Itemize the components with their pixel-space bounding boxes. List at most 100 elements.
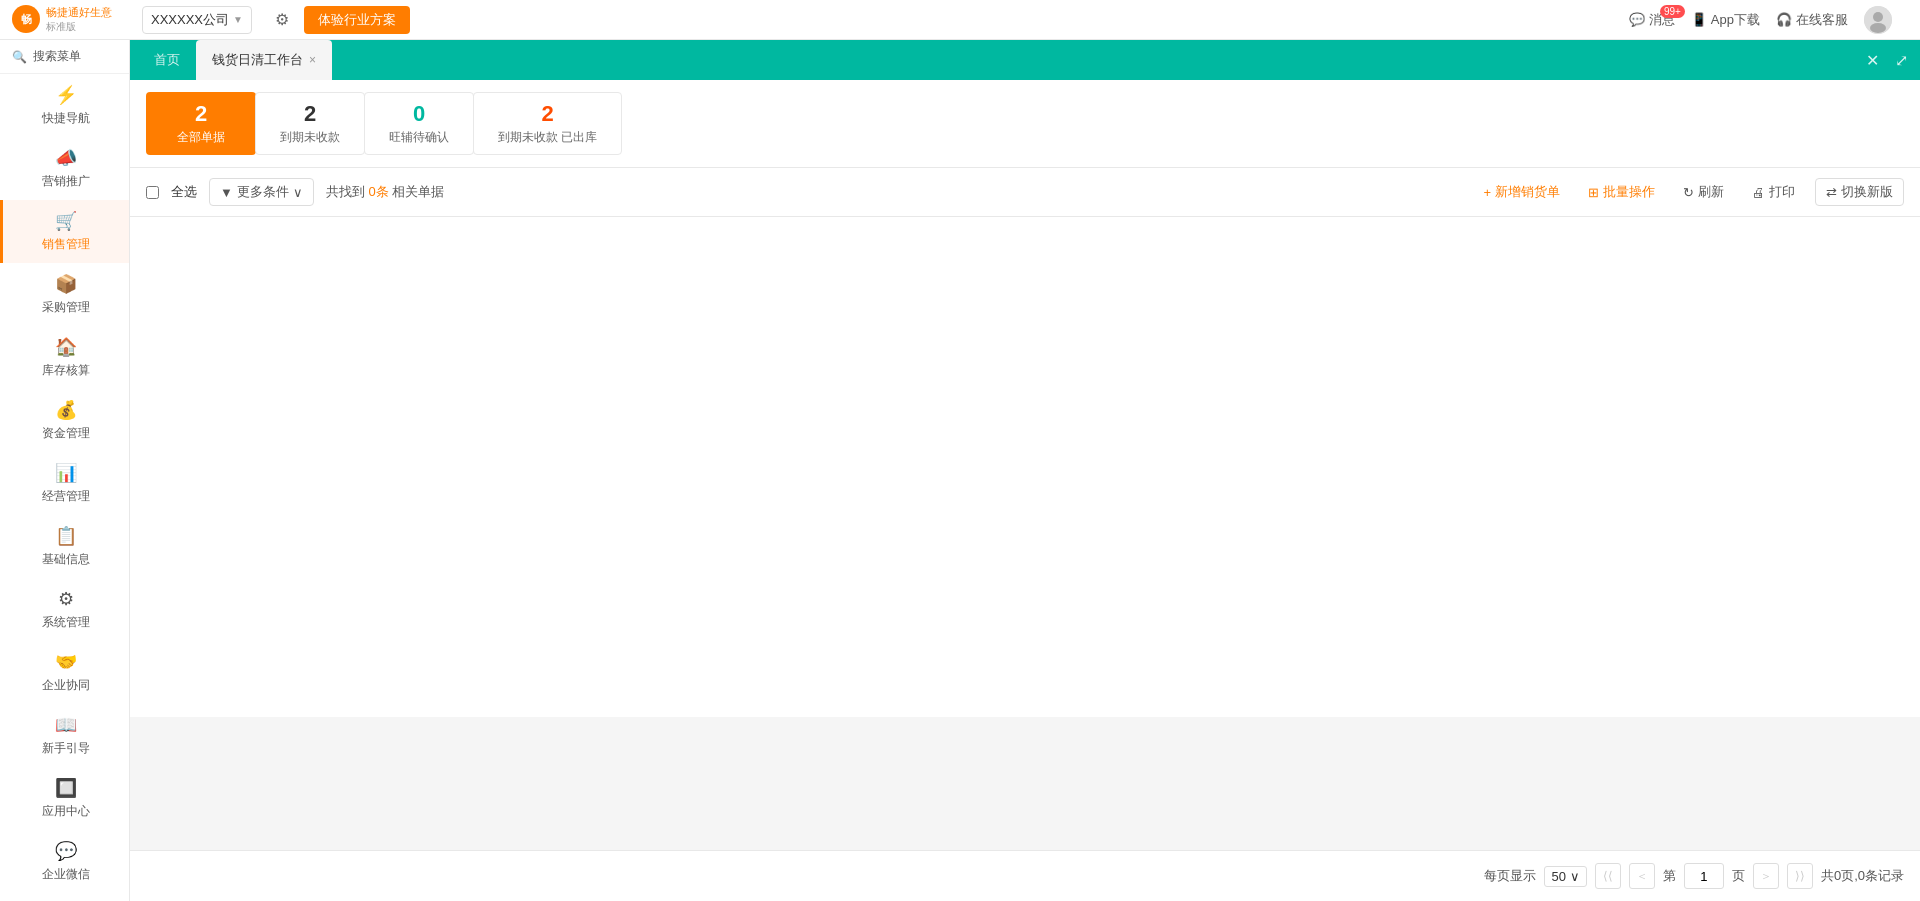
stat-tab-all[interactable]: 2 全部单据 xyxy=(146,92,256,155)
message-action[interactable]: 💬 消息 99+ xyxy=(1629,11,1675,29)
sidebar-item-label: 资金管理 xyxy=(42,425,90,442)
page-suffix: 页 xyxy=(1732,867,1745,885)
tab-close-window-icon[interactable]: ✕ xyxy=(1862,47,1883,74)
stat-shipped-number: 2 xyxy=(542,101,554,127)
found-text: 共找到 0条 相关单据 xyxy=(326,183,444,201)
sidebar-search[interactable]: 🔍 搜索菜单 xyxy=(0,40,129,74)
app-download-action[interactable]: 📱 App下载 xyxy=(1691,11,1760,29)
finance-icon: 💰 xyxy=(55,399,77,421)
sidebar-item-system[interactable]: ⚙ 系统管理 xyxy=(0,578,129,641)
tab-daily-work[interactable]: 钱货日清工作台 × xyxy=(196,40,332,80)
sidebar-item-operations[interactable]: 📊 经营管理 xyxy=(0,452,129,515)
logo-sub: 标准版 xyxy=(46,20,112,34)
sidebar-item-label: 快捷导航 xyxy=(42,110,90,127)
sidebar-item-wecom[interactable]: 💬 企业微信 xyxy=(0,830,129,893)
logo-icon: 畅 xyxy=(12,5,40,33)
tab-expand-icon[interactable]: ⤢ xyxy=(1891,47,1912,74)
svg-text:畅: 畅 xyxy=(21,13,32,25)
sidebar-item-finance[interactable]: 💰 资金管理 xyxy=(0,389,129,452)
stat-all-label: 全部单据 xyxy=(177,129,225,146)
sidebar-item-purchase[interactable]: 📦 采购管理 xyxy=(0,263,129,326)
sidebar-item-sales[interactable]: 🛒 销售管理 xyxy=(0,200,129,263)
search-icon: 🔍 xyxy=(12,50,27,64)
header-right: 💬 消息 99+ 📱 App下载 🎧 在线客服 xyxy=(1629,6,1908,34)
sidebar-item-label: 销售管理 xyxy=(42,236,90,253)
page-total: 共0页,0条记录 xyxy=(1821,867,1904,885)
main-content: 2 全部单据 2 到期未收款 0 旺辅待确认 2 到期未收款 已出库 全选 ▼ … xyxy=(130,80,1920,901)
chevron-down-icon: ∨ xyxy=(1570,869,1580,884)
sidebar-item-label: 经营管理 xyxy=(42,488,90,505)
select-all-checkbox[interactable] xyxy=(146,186,159,199)
pagination: 每页显示 50 ∨ ⟨⟨ ＜ 第 页 ＞ ⟩⟩ 共0页,0条记录 xyxy=(130,850,1920,901)
sales-icon: 🛒 xyxy=(55,210,77,232)
sidebar-item-basics[interactable]: 📋 基础信息 xyxy=(0,515,129,578)
experience-button[interactable]: 体验行业方案 xyxy=(304,6,410,34)
settings-icon[interactable]: ⚙ xyxy=(268,6,296,34)
switch-new-version-button[interactable]: ⇄ 切换新版 xyxy=(1815,178,1904,206)
purchase-icon: 📦 xyxy=(55,273,77,295)
page-label: 第 xyxy=(1663,867,1676,885)
guide-icon: 📖 xyxy=(55,714,77,736)
switch-icon: ⇄ xyxy=(1826,185,1837,200)
online-service-action[interactable]: 🎧 在线客服 xyxy=(1776,11,1848,29)
print-icon: 🖨 xyxy=(1752,185,1765,200)
last-page-button[interactable]: ⟩⟩ xyxy=(1787,863,1813,889)
logo-text: 畅捷通好生意 xyxy=(46,5,112,19)
wecom-icon: 💬 xyxy=(55,840,77,862)
sidebar-item-label: 企业微信 xyxy=(42,866,90,883)
stat-overdue-number: 2 xyxy=(304,101,316,127)
tab-home[interactable]: 首页 xyxy=(138,40,196,80)
app-download-label: App下载 xyxy=(1711,11,1760,29)
data-area xyxy=(130,217,1920,717)
chevron-down-icon: ∨ xyxy=(293,185,303,200)
sidebar-item-enterprise-collab[interactable]: 🤝 企业协同 xyxy=(0,641,129,704)
select-all-label: 全选 xyxy=(171,183,197,201)
filter-icon: ▼ xyxy=(220,185,233,200)
stat-tab-pending[interactable]: 0 旺辅待确认 xyxy=(364,92,474,155)
sidebar-item-marketing[interactable]: 📣 营销推广 xyxy=(0,137,129,200)
tab-close-icon[interactable]: × xyxy=(309,53,316,67)
system-icon: ⚙ xyxy=(58,588,74,610)
stat-tab-shipped[interactable]: 2 到期未收款 已出库 xyxy=(473,92,622,155)
page-input[interactable] xyxy=(1684,863,1724,889)
operations-icon: 📊 xyxy=(55,462,77,484)
first-page-button[interactable]: ⟨⟨ xyxy=(1595,863,1621,889)
next-page-button[interactable]: ＞ xyxy=(1753,863,1779,889)
stat-tab-overdue[interactable]: 2 到期未收款 xyxy=(255,92,365,155)
batch-icon: ⊞ xyxy=(1588,185,1599,200)
appstore-icon: 🔲 xyxy=(55,777,77,799)
more-filter-button[interactable]: ▼ 更多条件 ∨ xyxy=(209,178,314,206)
per-page-select[interactable]: 50 ∨ xyxy=(1544,866,1586,887)
new-sale-order-button[interactable]: + 新增销货单 xyxy=(1475,179,1568,205)
batch-label: 批量操作 xyxy=(1603,183,1655,201)
company-selector[interactable]: XXXXXX公司 ▼ xyxy=(142,6,252,34)
new-sale-order-label: 新增销货单 xyxy=(1495,183,1560,201)
toolbar: 全选 ▼ 更多条件 ∨ 共找到 0条 相关单据 + 新增销货单 ⊞ 批量操作 xyxy=(130,168,1920,217)
stat-all-number: 2 xyxy=(195,101,207,127)
stat-pending-label: 旺辅待确认 xyxy=(389,129,449,146)
content-wrapper: 2 全部单据 2 到期未收款 0 旺辅待确认 2 到期未收款 已出库 全选 ▼ … xyxy=(130,80,1920,717)
sidebar-item-quick-nav[interactable]: ⚡ 快捷导航 xyxy=(0,74,129,137)
sidebar-item-inventory[interactable]: 🏠 库存核算 xyxy=(0,326,129,389)
sidebar-item-appstore[interactable]: 🔲 应用中心 xyxy=(0,767,129,830)
sidebar-item-member[interactable]: ♦ 畅会员 xyxy=(0,893,129,901)
marketing-icon: 📣 xyxy=(55,147,77,169)
quick-nav-icon: ⚡ xyxy=(55,84,77,106)
print-label: 打印 xyxy=(1769,183,1795,201)
message-badge: 99+ xyxy=(1660,5,1685,18)
app-download-icon: 📱 xyxy=(1691,12,1707,27)
sidebar-item-label: 营销推广 xyxy=(42,173,90,190)
sidebar-item-label: 系统管理 xyxy=(42,614,90,631)
refresh-button[interactable]: ↻ 刷新 xyxy=(1675,179,1732,205)
message-icon: 💬 xyxy=(1629,12,1645,27)
plus-icon: + xyxy=(1483,185,1491,200)
prev-page-button[interactable]: ＜ xyxy=(1629,863,1655,889)
batch-operation-button[interactable]: ⊞ 批量操作 xyxy=(1580,179,1663,205)
print-button[interactable]: 🖨 打印 xyxy=(1744,179,1803,205)
sidebar-item-guide[interactable]: 📖 新手引导 xyxy=(0,704,129,767)
svg-point-3 xyxy=(1873,12,1883,22)
filter-label: 更多条件 xyxy=(237,183,289,201)
avatar[interactable] xyxy=(1864,6,1892,34)
logo-area: 畅 畅捷通好生意 标准版 xyxy=(12,5,142,33)
stat-overdue-label: 到期未收款 xyxy=(280,129,340,146)
